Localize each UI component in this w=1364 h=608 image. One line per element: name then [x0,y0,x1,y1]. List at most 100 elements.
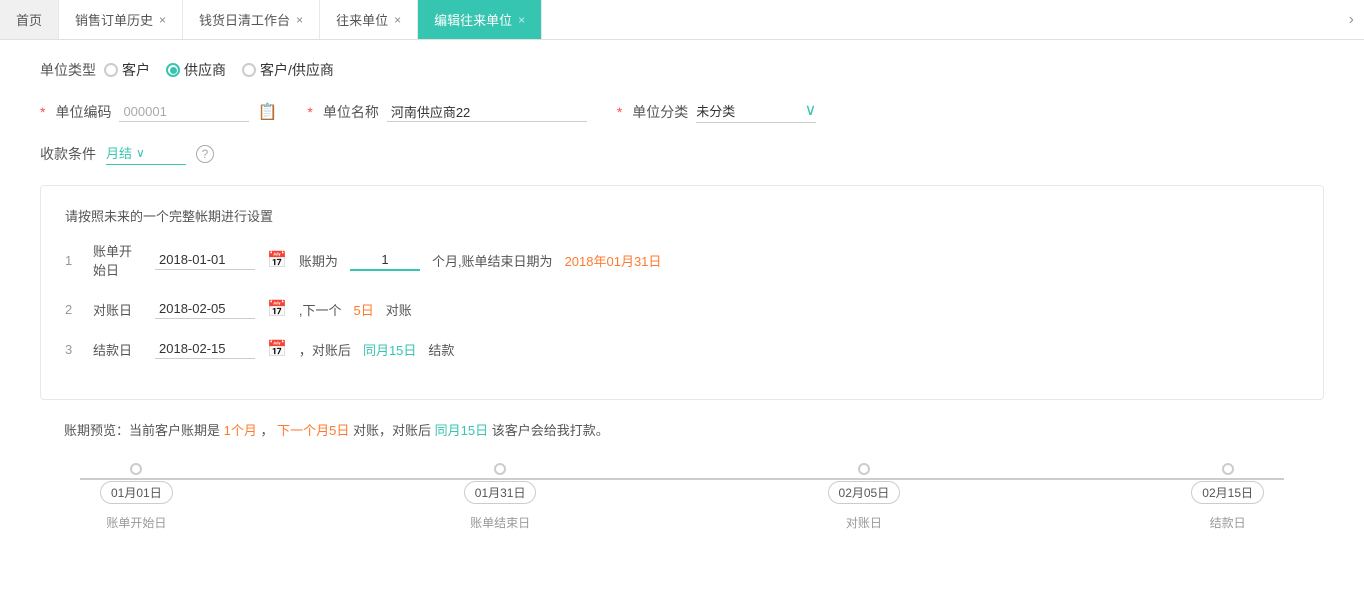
preview-text: 账期预览：当前客户账期是 1个月 ， 下一个月5日 对账，对账后 同月15日 该… [40,420,1324,439]
unit-category-required: * [617,104,622,120]
preview-comma1: ， [261,423,274,438]
period-desc-2b: 对账 [386,300,412,319]
period-num-3: 3 [65,342,81,357]
timeline-points: 01月01日 账单开始日 01月31日 账单结束日 02月05日 对账日 02月… [100,463,1264,531]
radio-supplier-label: 供应商 [184,60,226,80]
radio-group: 客户 供应商 客户/供应商 [104,60,334,80]
period-num-2: 2 [65,302,81,317]
radio-both-label: 客户/供应商 [260,60,334,80]
period-row-1: 1 账单开始日 📅 账期为 个月,账单结束日期为 2018年01月31日 [65,241,1299,279]
tab-edit-partner-close[interactable]: × [518,13,525,27]
timeline-point-3: 02月05日 对账日 [828,463,901,531]
tabs-bar: 首页 销售订单历史 × 钱货日清工作台 × 往来单位 × 编辑往来单位 × › [0,0,1364,40]
unit-type-label: 单位类型 [40,60,96,80]
period-desc-1b: 个月,账单结束日期为 [432,251,553,270]
period-desc-2a: ,下一个 [299,300,342,319]
timeline-label-3: 02月05日 [828,481,901,504]
period-desc-1a: 账期为 [299,251,338,270]
calendar-icon-1[interactable]: 📅 [267,250,287,270]
period-row-2: 2 对账日 📅 ,下一个 5日 对账 [65,299,1299,319]
unit-code-input[interactable] [119,102,249,122]
timeline-desc-4: 结款日 [1210,514,1246,531]
unit-type-row: 单位类型 客户 供应商 客户/供应商 [40,60,1324,80]
period-row-label-3: 结款日 [93,340,143,359]
timeline-dot-4 [1222,463,1234,475]
help-icon[interactable]: ? [196,145,214,163]
calendar-icon-2[interactable]: 📅 [267,299,287,319]
tab-partner-close[interactable]: × [394,13,401,27]
tab-partner[interactable]: 往来单位 × [320,0,418,39]
unit-category-select[interactable]: 未分类 ∨ [696,100,816,123]
period-highlight-3: 同月15日 [363,340,416,359]
radio-supplier[interactable]: 供应商 [166,60,226,80]
unit-type-group: 单位类型 客户 供应商 客户/供应商 [40,60,334,80]
unit-info-row: * 单位编码 📋 * 单位名称 * 单位分类 未分类 ∨ [40,100,1324,123]
period-num-1: 1 [65,253,81,268]
period-desc-3a: ，对账后 [299,340,351,359]
period-row-label-2: 对账日 [93,300,143,319]
period-date-input-2[interactable] [155,299,255,319]
payment-condition-label: 收款条件 [40,144,96,164]
timeline-point-2: 01月31日 账单结束日 [464,463,537,531]
tab-sales-history-label: 销售订单历史 [75,10,153,29]
period-row-3: 3 结款日 📅 ，对账后 同月15日 结款 [65,339,1299,359]
timeline-label-1: 01月01日 [100,481,173,504]
period-num-input-1[interactable] [350,250,420,271]
unit-code-group: * 单位编码 📋 [40,102,277,122]
timeline-point-4: 02月15日 结款日 [1191,463,1264,531]
timeline-dot-2 [494,463,506,475]
calendar-icon-3[interactable]: 📅 [267,339,287,359]
unit-name-label: 单位名称 [323,102,379,122]
payment-condition-chevron: ∨ [136,146,145,160]
unit-name-group: * 单位名称 [307,102,586,122]
chevron-down-icon: ∨ [805,100,817,120]
timeline-desc-2: 账单结束日 [470,514,530,531]
payment-condition-select[interactable]: 月结 ∨ [106,143,186,165]
timeline-label-4: 02月15日 [1191,481,1264,504]
tab-cash-work-label: 钱货日清工作台 [199,10,290,29]
period-date-input-1[interactable] [155,250,255,270]
timeline-section: 01月01日 账单开始日 01月31日 账单结束日 02月05日 对账日 02月… [40,463,1324,581]
preview-part5: 该客户会给我打款。 [492,423,609,438]
preview-part1: 1个月 [224,423,257,438]
timeline-desc-3: 对账日 [846,514,882,531]
period-row-label-1: 账单开始日 [93,241,143,279]
tab-edit-partner[interactable]: 编辑往来单位 × [418,0,542,39]
unit-code-label: 单位编码 [55,102,111,122]
timeline-point-1: 01月01日 账单开始日 [100,463,173,531]
tab-home-label: 首页 [16,10,42,29]
period-end-date: 2018年01月31日 [565,251,662,270]
radio-customer-circle [104,63,118,77]
preview-part3: 对账，对账后 [353,423,431,438]
tab-sales-history[interactable]: 销售订单历史 × [59,0,183,39]
tab-partner-label: 往来单位 [336,10,388,29]
period-desc-3b: 结款 [428,340,454,359]
unit-code-required: * [40,104,45,120]
preview-label: 账期预览：当前客户账期是 [64,423,220,438]
tabs-arrow[interactable]: › [1339,11,1364,29]
preview-part2: 下一个月5日 [277,423,349,438]
period-highlight-2: 5日 [354,300,374,319]
radio-both[interactable]: 客户/供应商 [242,60,334,80]
timeline-dot-3 [858,463,870,475]
unit-category-group: * 单位分类 未分类 ∨ [617,100,816,123]
main-content: 单位类型 客户 供应商 客户/供应商 * 单位编码 [0,40,1364,608]
unit-category-value: 未分类 [696,101,800,120]
unit-code-icon[interactable]: 📋 [257,102,277,122]
period-box: 请按照未来的一个完整帐期进行设置 1 账单开始日 📅 账期为 个月,账单结束日期… [40,185,1324,400]
payment-condition-row: 收款条件 月结 ∨ ? [40,143,1324,165]
period-date-input-3[interactable] [155,339,255,359]
unit-name-input[interactable] [387,102,587,122]
tab-edit-partner-label: 编辑往来单位 [434,10,512,29]
tab-cash-work-close[interactable]: × [296,13,303,27]
radio-customer[interactable]: 客户 [104,60,150,80]
tab-sales-history-close[interactable]: × [159,13,166,27]
timeline-dot-1 [130,463,142,475]
tab-cash-work[interactable]: 钱货日清工作台 × [183,0,320,39]
preview-part4: 同月15日 [435,423,488,438]
tab-home[interactable]: 首页 [0,0,59,39]
unit-category-label: 单位分类 [632,102,688,122]
payment-condition-value: 月结 [106,143,132,162]
unit-name-required: * [307,104,312,120]
radio-both-circle [242,63,256,77]
